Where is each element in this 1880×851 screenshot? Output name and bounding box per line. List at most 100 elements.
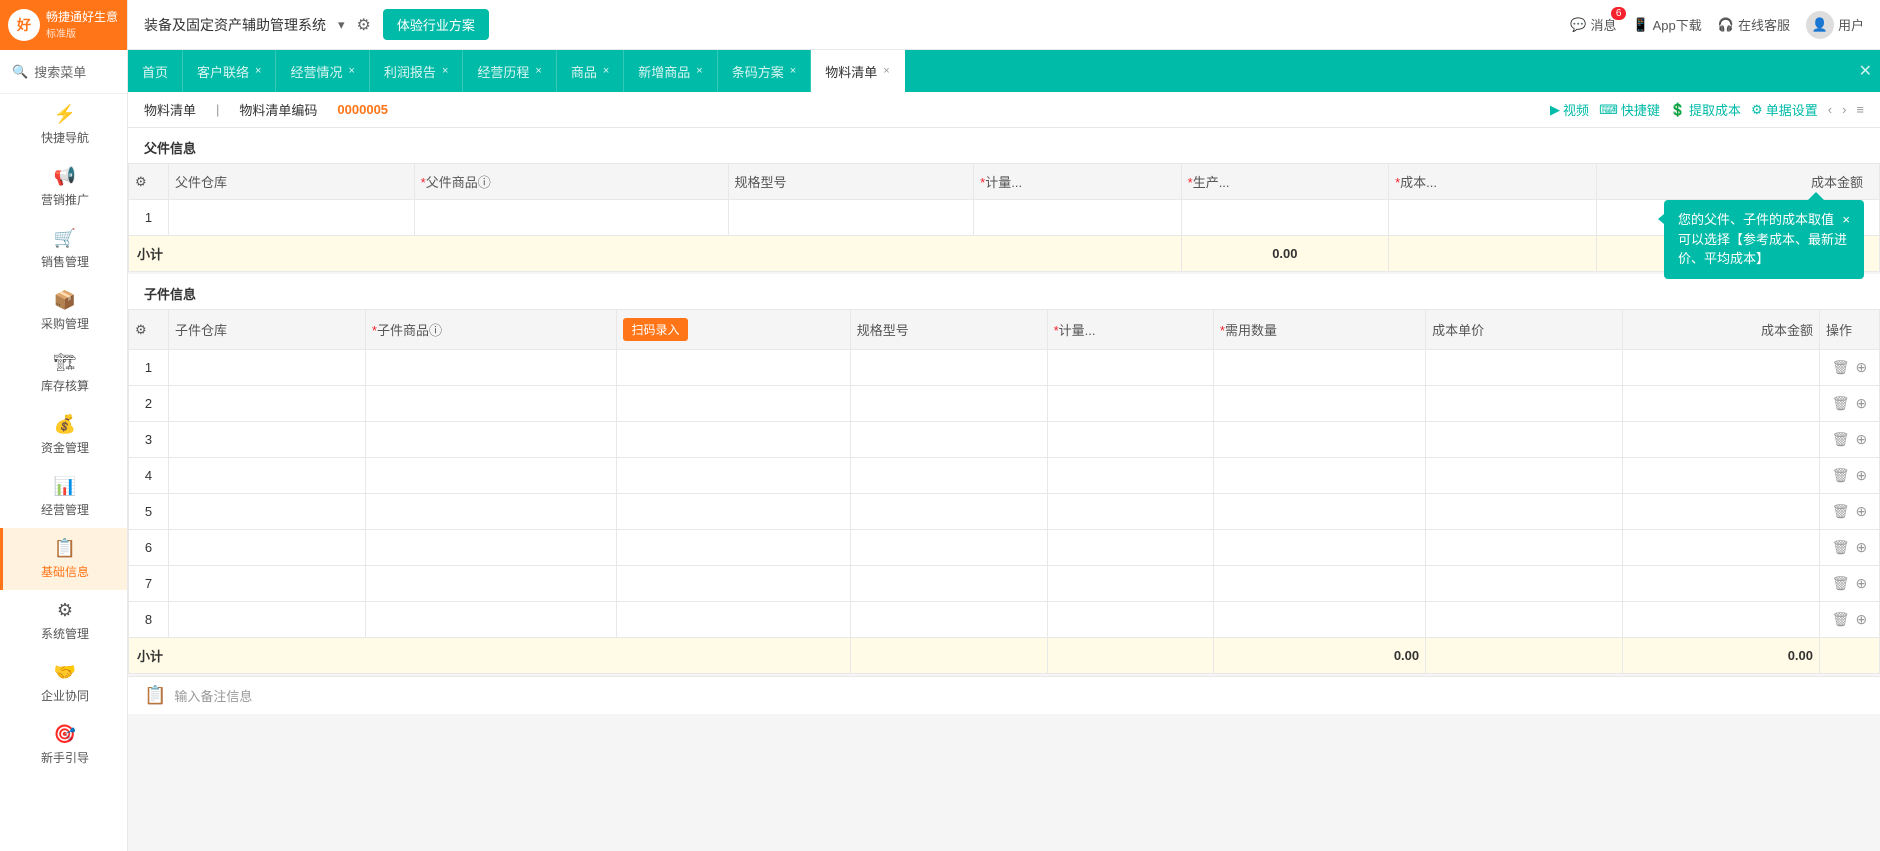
nav-next-icon[interactable]: › bbox=[1842, 102, 1846, 117]
tab-operations[interactable]: 经营情况 × bbox=[276, 50, 369, 92]
child-goods-4[interactable] bbox=[365, 458, 617, 494]
app-download-item[interactable]: 📱 App下载 bbox=[1632, 15, 1701, 34]
child-cost-unit-6[interactable] bbox=[1426, 530, 1623, 566]
child-unit-4[interactable] bbox=[1047, 458, 1213, 494]
tab-operations-close[interactable]: × bbox=[348, 65, 354, 77]
child-cost-unit-1[interactable] bbox=[1426, 350, 1623, 386]
nav-prev-icon[interactable]: ‹ bbox=[1828, 102, 1832, 117]
child-goods-2[interactable] bbox=[365, 386, 617, 422]
tab-bom[interactable]: 物料清单 × bbox=[811, 50, 904, 92]
copy-icon-8[interactable]: ⊕ bbox=[1856, 611, 1868, 628]
child-warehouse-7[interactable] bbox=[169, 566, 366, 602]
sidebar-item-guide[interactable]: 🎯 新手引导 bbox=[0, 714, 127, 776]
delete-icon-6[interactable]: 🗑 bbox=[1832, 539, 1850, 556]
child-cost-unit-3[interactable] bbox=[1426, 422, 1623, 458]
copy-icon-6[interactable]: ⊕ bbox=[1856, 539, 1868, 556]
delete-icon-8[interactable]: 🗑 bbox=[1832, 611, 1850, 628]
sidebar-item-sales[interactable]: 🛒 销售管理 bbox=[0, 218, 127, 280]
delete-icon-2[interactable]: 🗑 bbox=[1832, 395, 1850, 412]
child-warehouse-1[interactable] bbox=[169, 350, 366, 386]
parent-goods-1[interactable] bbox=[414, 200, 728, 236]
child-unit-3[interactable] bbox=[1047, 422, 1213, 458]
parent-warehouse-1[interactable] bbox=[169, 200, 415, 236]
copy-icon-1[interactable]: ⊕ bbox=[1856, 359, 1868, 376]
child-goods-8[interactable] bbox=[365, 602, 617, 638]
child-unit-1[interactable] bbox=[1047, 350, 1213, 386]
child-qty-4[interactable] bbox=[1213, 458, 1425, 494]
child-goods-7[interactable] bbox=[365, 566, 617, 602]
parent-production-1[interactable] bbox=[1181, 200, 1388, 236]
child-cost-unit-4[interactable] bbox=[1426, 458, 1623, 494]
child-spec-3[interactable] bbox=[850, 422, 1047, 458]
child-qty-6[interactable] bbox=[1213, 530, 1425, 566]
tab-bom-close[interactable]: × bbox=[883, 65, 889, 77]
child-qty-1[interactable] bbox=[1213, 350, 1425, 386]
parent-spec-1[interactable] bbox=[728, 200, 974, 236]
sidebar-item-inventory[interactable]: 🏗 库存核算 bbox=[0, 342, 127, 404]
th-settings[interactable]: ⚙ bbox=[129, 164, 169, 200]
tab-home[interactable]: 首页 bbox=[128, 50, 183, 92]
sidebar-item-enterprise[interactable]: 🤝 企业协同 bbox=[0, 652, 127, 714]
child-goods-1[interactable] bbox=[365, 350, 617, 386]
delete-icon-3[interactable]: 🗑 bbox=[1832, 431, 1850, 448]
child-qty-5[interactable] bbox=[1213, 494, 1425, 530]
sidebar-item-basic-info[interactable]: 📋 基础信息 bbox=[0, 528, 127, 590]
experience-btn[interactable]: 体验行业方案 bbox=[383, 9, 489, 40]
child-warehouse-6[interactable] bbox=[169, 530, 366, 566]
user-item[interactable]: 👤 用户 bbox=[1806, 11, 1864, 39]
child-unit-7[interactable] bbox=[1047, 566, 1213, 602]
child-spec-5[interactable] bbox=[850, 494, 1047, 530]
th-scan[interactable]: 扫码录入 bbox=[617, 310, 850, 350]
th-child-settings[interactable]: ⚙ bbox=[129, 310, 169, 350]
child-spec-1[interactable] bbox=[850, 350, 1047, 386]
tab-barcode-close[interactable]: × bbox=[790, 65, 796, 77]
copy-icon-2[interactable]: ⊕ bbox=[1856, 395, 1868, 412]
tab-journey[interactable]: 经营历程 × bbox=[463, 50, 556, 92]
sidebar-item-quick-nav[interactable]: ⚡ 快捷导航 bbox=[0, 94, 127, 156]
tab-customer[interactable]: 客户联络 × bbox=[183, 50, 276, 92]
copy-icon-5[interactable]: ⊕ bbox=[1856, 503, 1868, 520]
child-spec-7[interactable] bbox=[850, 566, 1047, 602]
child-unit-2[interactable] bbox=[1047, 386, 1213, 422]
child-cost-unit-8[interactable] bbox=[1426, 602, 1623, 638]
child-cost-unit-7[interactable] bbox=[1426, 566, 1623, 602]
delete-icon-7[interactable]: 🗑 bbox=[1832, 575, 1850, 592]
child-unit-5[interactable] bbox=[1047, 494, 1213, 530]
tab-profit-close[interactable]: × bbox=[442, 65, 448, 77]
settings-icon[interactable]: ⚙ bbox=[357, 15, 371, 35]
delete-icon-5[interactable]: 🗑 bbox=[1832, 503, 1850, 520]
child-warehouse-4[interactable] bbox=[169, 458, 366, 494]
sidebar-item-marketing[interactable]: 📢 营销推广 bbox=[0, 156, 127, 218]
child-spec-4[interactable] bbox=[850, 458, 1047, 494]
message-item[interactable]: 💬 消息 6 bbox=[1570, 15, 1616, 34]
child-warehouse-2[interactable] bbox=[169, 386, 366, 422]
tab-customer-close[interactable]: × bbox=[255, 65, 261, 77]
extract-cost-action[interactable]: 💲 提取成本 bbox=[1670, 100, 1741, 119]
close-all-icon[interactable]: ✕ bbox=[1859, 61, 1872, 81]
tab-new-goods-close[interactable]: × bbox=[696, 65, 702, 77]
child-goods-3[interactable] bbox=[365, 422, 617, 458]
dropdown-arrow[interactable]: ▾ bbox=[338, 17, 345, 33]
copy-icon-7[interactable]: ⊕ bbox=[1856, 575, 1868, 592]
tab-profit[interactable]: 利润报告 × bbox=[370, 50, 463, 92]
sidebar-item-system[interactable]: ⚙ 系统管理 bbox=[0, 590, 127, 652]
child-goods-5[interactable] bbox=[365, 494, 617, 530]
search-menu-button[interactable]: 🔍 搜索菜单 bbox=[8, 58, 119, 85]
tab-new-goods[interactable]: 新增商品 × bbox=[624, 50, 717, 92]
child-unit-6[interactable] bbox=[1047, 530, 1213, 566]
parent-unit-1[interactable] bbox=[974, 200, 1181, 236]
child-qty-8[interactable] bbox=[1213, 602, 1425, 638]
tab-journey-close[interactable]: × bbox=[535, 65, 541, 77]
shortcut-action[interactable]: ⌨ 快捷键 bbox=[1599, 100, 1660, 119]
search-area[interactable]: 🔍 搜索菜单 bbox=[0, 50, 127, 94]
sidebar-item-purchase[interactable]: 📦 采购管理 bbox=[0, 280, 127, 342]
child-qty-3[interactable] bbox=[1213, 422, 1425, 458]
child-cost-unit-2[interactable] bbox=[1426, 386, 1623, 422]
child-unit-8[interactable] bbox=[1047, 602, 1213, 638]
online-service-item[interactable]: 🎧 在线客服 bbox=[1718, 15, 1790, 34]
child-warehouse-8[interactable] bbox=[169, 602, 366, 638]
parent-cost-1[interactable] bbox=[1389, 200, 1596, 236]
child-spec-2[interactable] bbox=[850, 386, 1047, 422]
child-warehouse-3[interactable] bbox=[169, 422, 366, 458]
child-qty-2[interactable] bbox=[1213, 386, 1425, 422]
